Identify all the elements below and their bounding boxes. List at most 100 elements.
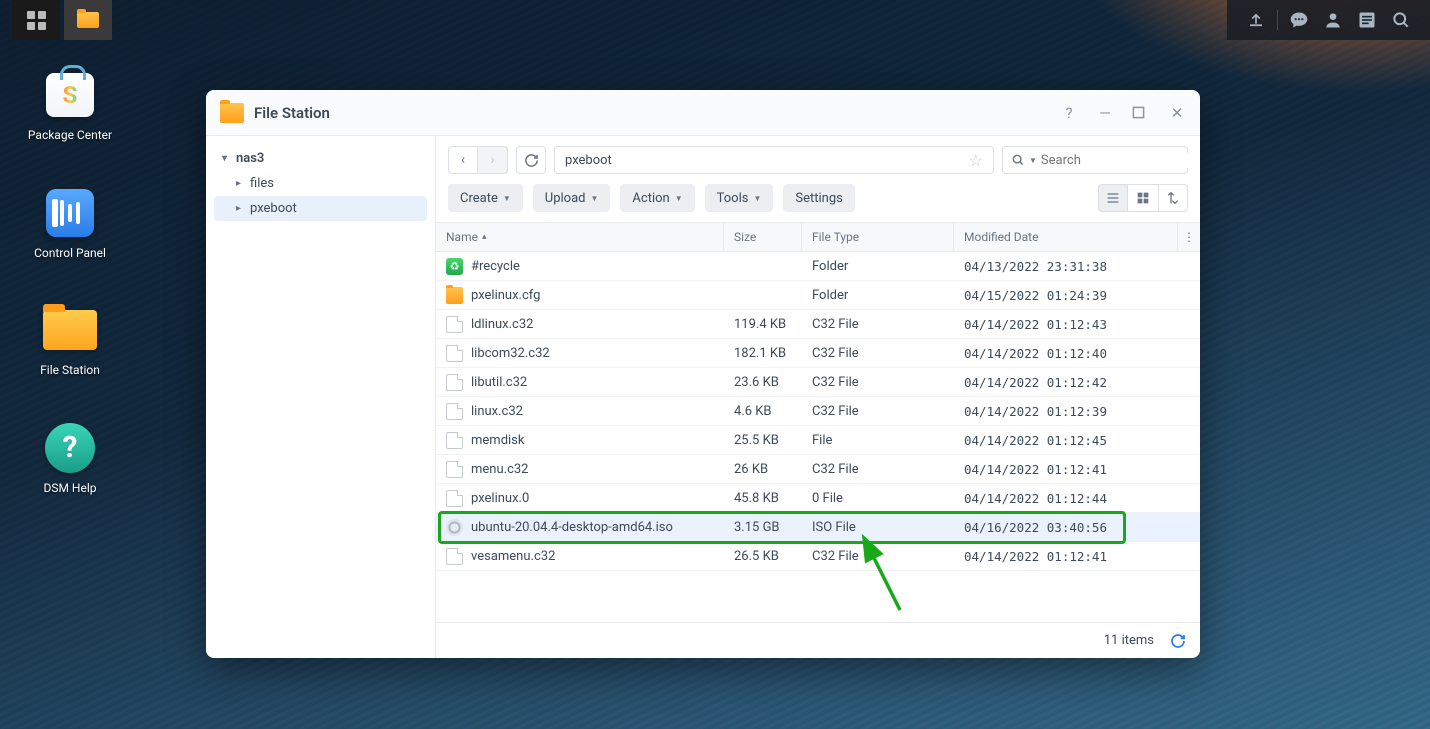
file-size: 45.8 KB <box>724 491 802 506</box>
statusbar: 11 items <box>436 622 1200 658</box>
file-row[interactable]: ubuntu-20.04.4-desktop-amd64.iso3.15 GBI… <box>436 513 1200 542</box>
file-size: 23.6 KB <box>724 375 802 390</box>
file-size: 26 KB <box>724 462 802 477</box>
file-name: vesamenu.c32 <box>471 549 555 564</box>
file-name: pxelinux.0 <box>471 491 529 506</box>
main-menu-button[interactable] <box>12 0 60 40</box>
file-type: C32 File <box>802 375 954 390</box>
column-date[interactable]: Modified Date <box>954 223 1178 251</box>
file-row[interactable]: vesamenu.c3226.5 KBC32 File04/14/2022 01… <box>436 542 1200 571</box>
nav-back-button[interactable]: ‹ <box>448 146 478 174</box>
widgets-icon[interactable] <box>1354 7 1380 33</box>
path-field[interactable] <box>565 153 969 168</box>
file-icon <box>446 374 463 391</box>
item-count: 11 items <box>1104 633 1154 648</box>
file-type: C32 File <box>802 317 954 332</box>
file-name: menu.c32 <box>471 462 528 477</box>
file-date: 04/15/2022 01:24:39 <box>954 288 1200 303</box>
desktop-control-panel[interactable]: Control Panel <box>24 186 116 262</box>
file-date: 04/14/2022 01:12:43 <box>954 317 1200 332</box>
column-type[interactable]: File Type <box>802 223 954 251</box>
caret-right-icon: ▸ <box>236 203 250 214</box>
file-type: File <box>802 433 954 448</box>
taskbar-file-station[interactable] <box>64 0 112 40</box>
close-button[interactable]: ✕ <box>1168 104 1186 122</box>
file-type: Folder <box>802 259 954 274</box>
file-type: C32 File <box>802 549 954 564</box>
file-size: 4.6 KB <box>724 404 802 419</box>
column-name[interactable]: Name▴ <box>436 223 724 251</box>
tree-item-label: pxeboot <box>250 201 297 216</box>
file-date: 04/14/2022 01:12:42 <box>954 375 1200 390</box>
file-size: 26.5 KB <box>724 549 802 564</box>
view-tiles-button[interactable] <box>1128 184 1158 212</box>
window-titlebar[interactable]: File Station ? — ✕ <box>206 90 1200 136</box>
file-icon <box>446 316 463 333</box>
file-icon <box>446 461 463 478</box>
tree-root[interactable]: ▾ nas3 <box>214 146 427 171</box>
file-icon <box>446 432 463 449</box>
desktop-package-center[interactable]: S Package Center <box>24 68 116 144</box>
refresh-button[interactable] <box>516 146 546 174</box>
file-row[interactable]: pxelinux.045.8 KB0 File04/14/2022 01:12:… <box>436 484 1200 513</box>
upload-button[interactable]: Upload▼ <box>533 184 611 212</box>
chevron-down-icon: ▼ <box>675 194 683 203</box>
minimize-button[interactable]: — <box>1096 104 1114 122</box>
recycle-icon <box>446 258 463 275</box>
search-field[interactable] <box>1041 153 1200 168</box>
file-row[interactable]: menu.c32 26 KBC32 File04/14/2022 01:12:41 <box>436 455 1200 484</box>
column-size[interactable]: Size <box>724 223 802 251</box>
tree-item-pxeboot[interactable]: ▸ pxeboot <box>214 196 427 221</box>
file-type: C32 File <box>802 404 954 419</box>
desktop-file-station[interactable]: File Station <box>24 303 116 379</box>
file-icon <box>446 345 463 362</box>
chevron-down-icon[interactable]: ▼ <box>1029 156 1037 165</box>
column-headers: Name▴ Size File Type Modified Date ⋮ <box>436 222 1200 252</box>
nav-forward-button[interactable]: › <box>478 146 508 174</box>
file-name: pxelinux.cfg <box>471 288 540 303</box>
file-size: 3.15 GB <box>724 520 802 535</box>
file-name: linux.c32 <box>471 404 523 419</box>
file-type: C32 File <box>802 462 954 477</box>
maximize-button[interactable] <box>1132 106 1150 119</box>
column-menu[interactable]: ⋮ <box>1178 223 1200 251</box>
upload-tray-icon[interactable] <box>1243 7 1269 33</box>
navigation-toolbar: ‹ › ☆ ▼ <box>436 136 1200 184</box>
file-row[interactable]: ldlinux.c32119.4 KBC32 File04/14/2022 01… <box>436 310 1200 339</box>
settings-button[interactable]: Settings <box>783 184 854 212</box>
create-button[interactable]: Create▼ <box>448 184 523 212</box>
file-date: 04/14/2022 01:12:41 <box>954 462 1200 477</box>
search-icon[interactable] <box>1388 7 1414 33</box>
file-name: #recycle <box>471 259 520 274</box>
divider <box>1277 10 1278 30</box>
file-row[interactable]: pxelinux.cfgFolder04/15/2022 01:24:39 <box>436 281 1200 310</box>
favorite-star-icon[interactable]: ☆ <box>969 151 983 170</box>
desktop-icons: S Package Center Control Panel File Stat… <box>24 68 116 496</box>
messages-icon[interactable] <box>1286 7 1312 33</box>
status-refresh-button[interactable] <box>1170 633 1186 649</box>
taskbar <box>0 0 1430 40</box>
file-row[interactable]: memdisk25.5 KBFile04/14/2022 01:12:45 <box>436 426 1200 455</box>
file-date: 04/14/2022 01:12:44 <box>954 491 1200 506</box>
file-row[interactable]: linux.c324.6 KBC32 File04/14/2022 01:12:… <box>436 397 1200 426</box>
tree-item-files[interactable]: ▸ files <box>214 171 427 196</box>
tools-button[interactable]: Tools▼ <box>705 184 774 212</box>
view-list-button[interactable] <box>1098 184 1128 212</box>
desktop-icon-label: Control Panel <box>34 246 106 262</box>
file-row[interactable]: #recycle Folder04/13/2022 23:31:38 <box>436 252 1200 281</box>
search-box[interactable]: ▼ <box>1002 146 1188 174</box>
file-date: 04/13/2022 23:31:38 <box>954 259 1200 274</box>
file-size: 25.5 KB <box>724 433 802 448</box>
file-icon <box>446 490 463 507</box>
action-button[interactable]: Action▼ <box>620 184 694 212</box>
file-row[interactable]: libcom32.c32182.1 KBC32 File04/14/2022 0… <box>436 339 1200 368</box>
user-icon[interactable] <box>1320 7 1346 33</box>
folder-icon <box>220 103 244 123</box>
desktop-icon-label: Package Center <box>28 128 112 144</box>
help-button[interactable]: ? <box>1060 104 1078 122</box>
path-input[interactable]: ☆ <box>554 146 994 174</box>
file-row[interactable]: libutil.c3223.6 KBC32 File04/14/2022 01:… <box>436 368 1200 397</box>
view-sort-button[interactable] <box>1158 184 1188 212</box>
iso-icon <box>446 519 463 536</box>
desktop-dsm-help[interactable]: ? DSM Help <box>24 421 116 497</box>
